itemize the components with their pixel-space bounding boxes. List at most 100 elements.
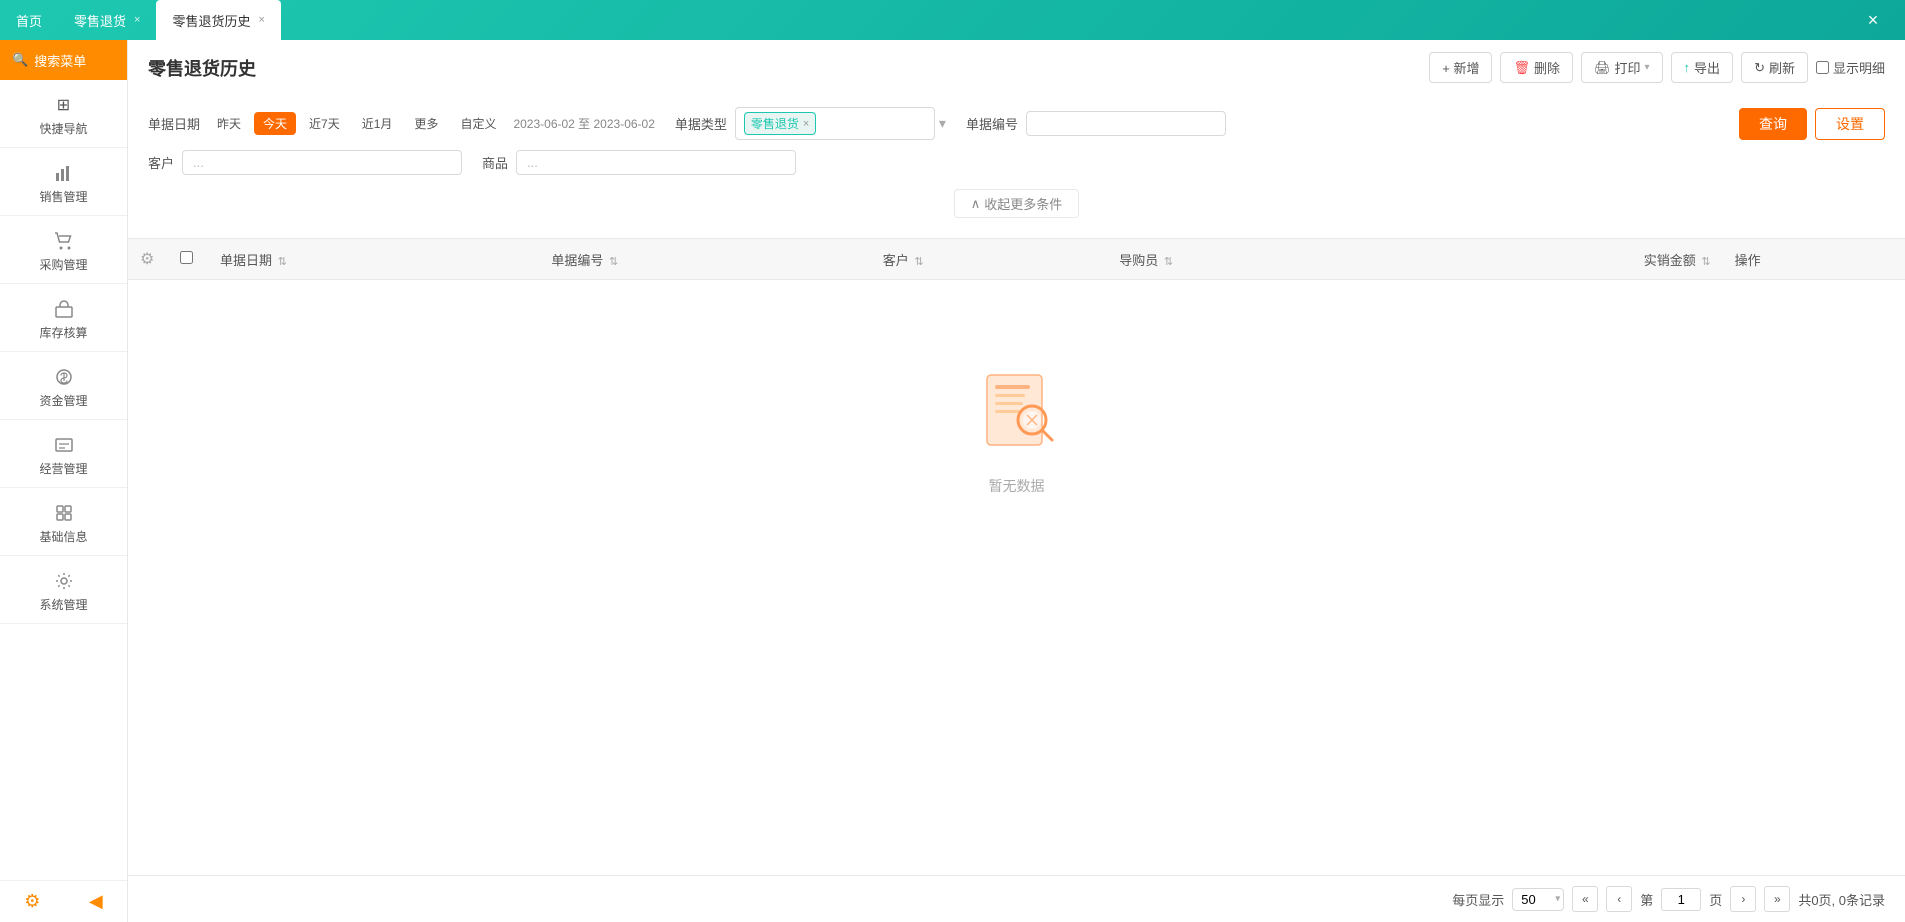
top-bar-right: ×	[1857, 4, 1905, 36]
tab-retail-return[interactable]: 零售退货 ×	[58, 0, 156, 40]
operations-icon	[53, 434, 75, 456]
guide-sort-icon[interactable]: ⇅	[1164, 256, 1173, 268]
goods-input[interactable]: ...	[516, 150, 796, 175]
window-close-button[interactable]: ×	[1857, 4, 1889, 36]
date-filter-group: 单据日期 昨天 今天 近7天 近1月 更多 自定义 2023-06-02 至 2…	[148, 112, 655, 135]
empty-state: 暂无数据	[128, 280, 1905, 576]
customer-sort-icon[interactable]: ⇅	[914, 256, 923, 268]
delete-button[interactable]: 🗑 删除	[1500, 52, 1573, 83]
refresh-button[interactable]: ↻ 刷新	[1741, 52, 1808, 83]
table-th-docno: 单据编号 ⇅	[539, 239, 870, 280]
table-th-checkbox	[168, 239, 208, 280]
inventory-icon	[53, 298, 75, 320]
date-btn-yesterday[interactable]: 昨天	[208, 112, 250, 135]
doc-no-filter-group: 单据编号	[966, 111, 1226, 136]
add-button[interactable]: + 新增	[1429, 52, 1492, 83]
system-icon	[53, 570, 75, 592]
table-th-guide: 导购员 ⇅	[1107, 239, 1391, 280]
customer-input[interactable]: ...	[182, 150, 462, 175]
date-btn-more[interactable]: 更多	[405, 112, 447, 135]
date-btn-today[interactable]: 今天	[254, 112, 296, 135]
empty-text: 暂无数据	[989, 476, 1045, 496]
sidebar-item-operations[interactable]: 经营管理	[0, 420, 127, 488]
settings-bottom-icon[interactable]: ⚙	[24, 891, 40, 912]
print-chevron-icon: ▾	[1645, 62, 1650, 73]
next-page-button[interactable]: ›	[1730, 886, 1756, 912]
basics-icon	[53, 502, 75, 524]
sidebar-item-quick-nav[interactable]: ⊞ 快捷导航	[0, 80, 127, 148]
doc-type-tag: 零售退货 ×	[744, 112, 816, 135]
sidebar-search[interactable]: 🔍 搜索菜单	[0, 40, 127, 80]
show-detail-checkbox[interactable]: 显示明细	[1816, 58, 1885, 77]
sidebar-bottom: ⚙ ◀	[0, 880, 127, 922]
finance-icon	[53, 366, 75, 388]
collapse-sidebar-icon[interactable]: ◀	[89, 891, 103, 912]
doc-type-tag-close[interactable]: ×	[803, 118, 809, 130]
filter-row-1: 单据日期 昨天 今天 近7天 近1月 更多 自定义 2023-06-02 至 2…	[148, 107, 1885, 140]
date-btn-1month[interactable]: 近1月	[353, 112, 402, 135]
query-actions: 查询 设置	[1739, 108, 1885, 140]
per-page-select-wrapper: 50 10 20 100 ▾	[1512, 888, 1564, 911]
tab-list: 首页 零售退货 × 零售退货历史 ×	[0, 0, 1857, 40]
date-sort-icon[interactable]: ⇅	[278, 256, 287, 268]
goods-label: 商品	[482, 153, 508, 172]
page-label: 第	[1640, 890, 1653, 909]
filter-area: 单据日期 昨天 今天 近7天 近1月 更多 自定义 2023-06-02 至 2…	[148, 95, 1885, 238]
purchase-icon	[53, 230, 75, 252]
refresh-icon: ↻	[1754, 60, 1765, 76]
tab-retail-return-history[interactable]: 零售退货历史 ×	[156, 0, 280, 40]
date-btn-custom[interactable]: 自定义	[451, 112, 505, 135]
per-page-select[interactable]: 50 10 20 100	[1512, 888, 1564, 911]
collapse-icon: ∧	[971, 196, 981, 212]
date-buttons: 昨天 今天 近7天 近1月 更多 自定义	[208, 112, 505, 135]
top-bar: 首页 零售退货 × 零售退货历史 × ×	[0, 0, 1905, 40]
content-area: 零售退货历史 + 新增 🗑 删除 🖨 打印 ▾ ↑	[128, 40, 1905, 922]
sidebar: 🔍 搜索菜单 ⊞ 快捷导航 销售管理	[0, 40, 128, 922]
goods-filter-group: 商品 ...	[482, 150, 796, 175]
query-button[interactable]: 查询	[1739, 108, 1807, 140]
sidebar-item-sales[interactable]: 销售管理	[0, 148, 127, 216]
tab-retail-return-history-close[interactable]: ×	[258, 14, 264, 26]
date-btn-7days[interactable]: 近7天	[300, 112, 349, 135]
table-th-customer: 客户 ⇅	[871, 239, 1108, 280]
sidebar-item-basics[interactable]: 基础信息	[0, 488, 127, 556]
prev-page-button[interactable]: ‹	[1606, 886, 1632, 912]
export-icon: ↑	[1684, 60, 1691, 75]
print-button[interactable]: 🖨 打印 ▾	[1581, 52, 1663, 83]
docno-sort-icon[interactable]: ⇅	[609, 256, 618, 268]
main-layout: 🔍 搜索菜单 ⊞ 快捷导航 销售管理	[0, 40, 1905, 922]
sidebar-item-system[interactable]: 系统管理	[0, 556, 127, 624]
page-number-input[interactable]	[1661, 888, 1701, 911]
show-detail-check[interactable]	[1816, 61, 1829, 74]
sidebar-item-inventory[interactable]: 库存核算	[0, 284, 127, 352]
doc-type-select[interactable]: 零售退货 ×	[735, 107, 935, 140]
page-header: 零售退货历史 + 新增 🗑 删除 🖨 打印 ▾ ↑	[128, 40, 1905, 239]
customer-filter-group: 客户 ...	[148, 150, 462, 175]
page-actions: + 新增 🗑 删除 🖨 打印 ▾ ↑ 导出	[1429, 52, 1885, 83]
amount-sort-icon[interactable]: ⇅	[1701, 256, 1710, 268]
doc-no-label: 单据编号	[966, 114, 1018, 133]
goods-ellipsis: ...	[527, 155, 538, 170]
export-button[interactable]: ↑ 导出	[1671, 52, 1734, 83]
table-header: ⚙ 单据日期 ⇅ 单据编号 ⇅	[128, 239, 1905, 280]
select-all-checkbox[interactable]	[180, 251, 193, 264]
tab-home[interactable]: 首页	[0, 0, 58, 40]
doc-type-chevron-icon[interactable]: ▾	[939, 115, 946, 132]
sidebar-item-finance[interactable]: 资金管理	[0, 352, 127, 420]
per-page-label: 每页显示	[1452, 890, 1504, 909]
sidebar-item-purchase[interactable]: 采购管理	[0, 216, 127, 284]
filter-row-2: 客户 ... 商品 ...	[148, 150, 1885, 175]
doc-no-input[interactable]	[1026, 111, 1226, 136]
collapse-filters-button[interactable]: ∧ 收起更多条件	[954, 189, 1080, 218]
tab-retail-return-close[interactable]: ×	[134, 14, 140, 26]
last-page-button[interactable]: »	[1764, 886, 1790, 912]
table-th-settings: ⚙	[128, 239, 168, 280]
settings-button[interactable]: 设置	[1815, 108, 1885, 140]
first-page-button[interactable]: «	[1572, 886, 1598, 912]
table-th-date: 单据日期 ⇅	[208, 239, 539, 280]
doc-type-filter-group: 单据类型 零售退货 × ▾	[675, 107, 946, 140]
table-settings-icon[interactable]: ⚙	[140, 251, 154, 268]
page-title: 零售退货历史	[148, 55, 256, 81]
data-table: ⚙ 单据日期 ⇅ 单据编号 ⇅	[128, 239, 1905, 280]
table-th-action: 操作	[1723, 239, 1905, 280]
